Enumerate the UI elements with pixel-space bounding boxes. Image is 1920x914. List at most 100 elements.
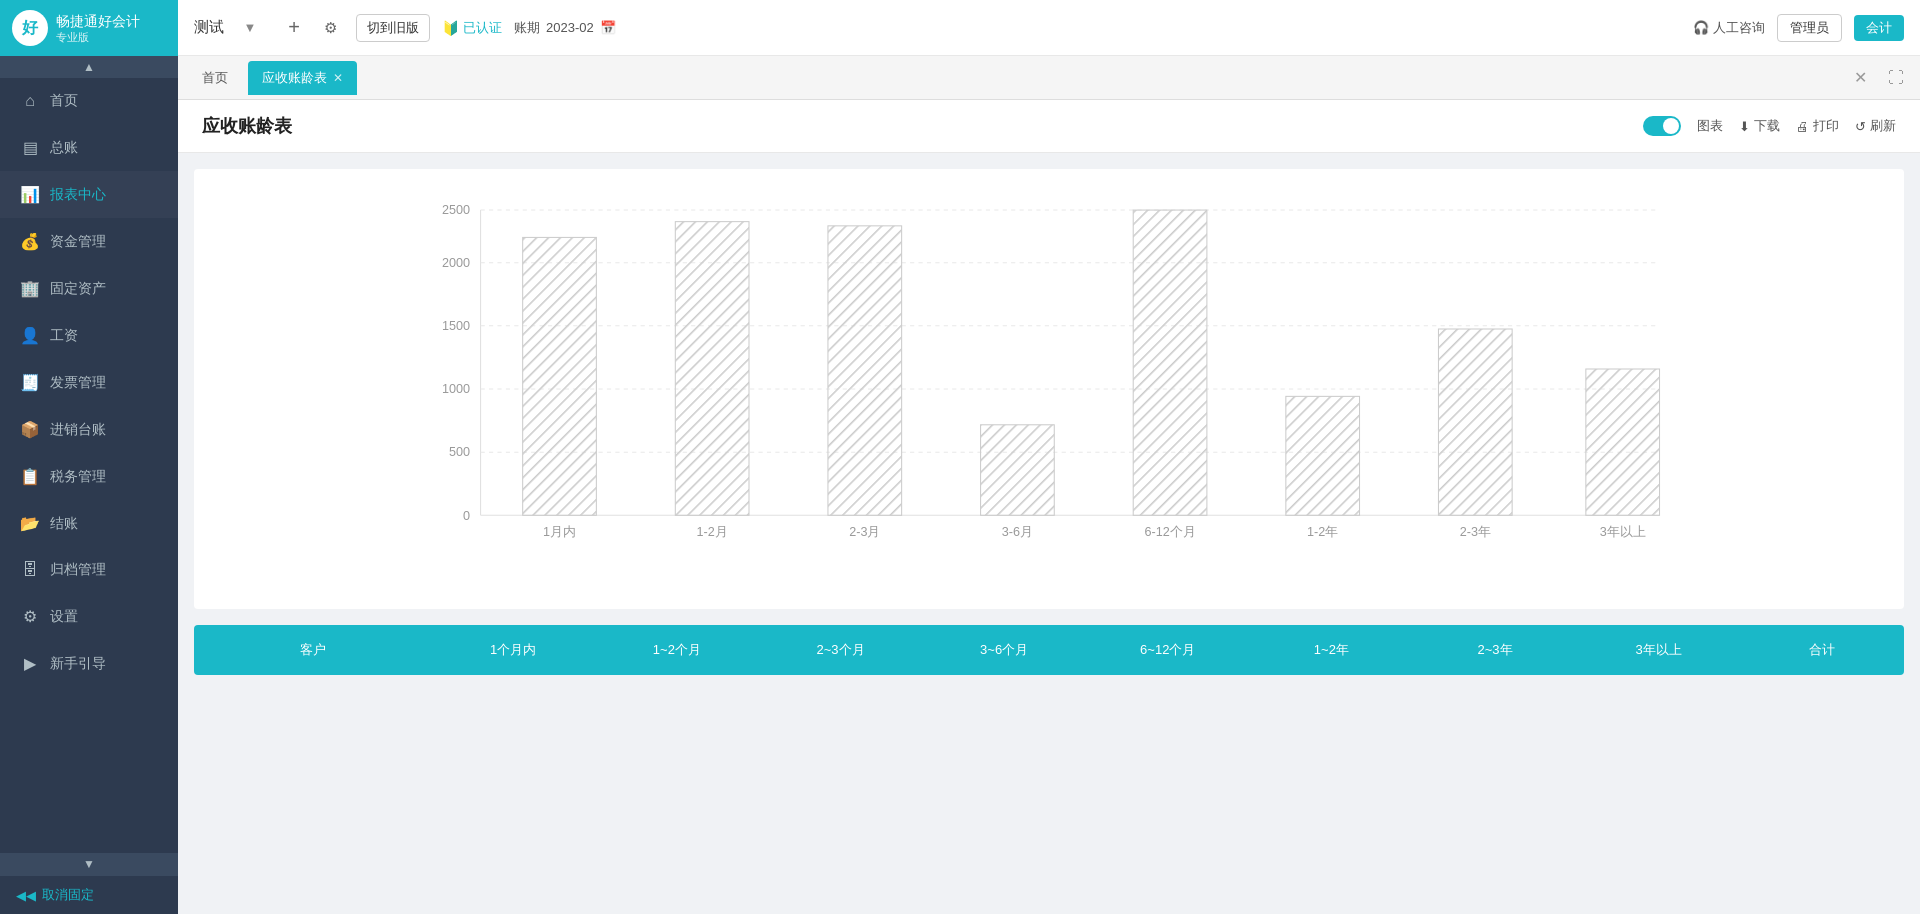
svg-text:2-3年: 2-3年 (1460, 525, 1491, 539)
sidebar-item-fund[interactable]: 💰 资金管理 (0, 218, 178, 265)
add-button[interactable]: + (280, 14, 308, 42)
shield-icon: 🔰 (442, 20, 459, 36)
sidebar-item-label: 进销台账 (50, 421, 106, 439)
sidebar-item-archive[interactable]: 🗄 归档管理 (0, 547, 178, 593)
sidebar-item-payroll[interactable]: 👤 工资 (0, 312, 178, 359)
svg-text:2000: 2000 (442, 256, 470, 270)
svg-text:2-3月: 2-3月 (849, 525, 880, 539)
sidebar-item-invoice[interactable]: 🧾 发票管理 (0, 359, 178, 406)
col-3plus: 3年以上 (1577, 625, 1741, 675)
sidebar-item-tax[interactable]: 📋 税务管理 (0, 453, 178, 500)
home-icon: ⌂ (20, 92, 40, 110)
sidebar-item-home[interactable]: ⌂ 首页 (0, 78, 178, 124)
print-label: 打印 (1813, 117, 1839, 135)
certified-text: 已认证 (463, 19, 502, 37)
sidebar-item-label: 首页 (50, 92, 78, 110)
chart-toggle-label: 图表 (1697, 117, 1723, 135)
svg-text:0: 0 (463, 509, 470, 523)
close-tool-button[interactable]: ✕ (1846, 64, 1874, 92)
print-icon: 🖨 (1796, 119, 1809, 134)
download-icon: ⬇ (1739, 119, 1750, 134)
refresh-button[interactable]: ↺ 刷新 (1855, 117, 1896, 135)
logo-icon: 好 (12, 10, 48, 46)
table-header: 客户 1个月内 1~2个月 2~3个月 3~6个月 6~12个月 1~2年 2~… (194, 625, 1904, 675)
bar-1 (523, 237, 597, 515)
svg-text:6-12个月: 6-12个月 (1144, 525, 1195, 539)
svg-text:500: 500 (449, 445, 470, 459)
topbar: 测试 ▼ + ⚙ 切到旧版 🔰 已认证 账期 2023-02 📅 🎧 人工咨询 … (178, 0, 1920, 56)
period-info: 账期 2023-02 📅 (514, 19, 616, 37)
guide-icon: ▶ (20, 654, 40, 673)
bar-7 (1438, 329, 1512, 515)
print-button[interactable]: 🖨 打印 (1796, 117, 1839, 135)
bar-5 (1133, 210, 1207, 515)
scroll-up-button[interactable]: ▲ (0, 56, 178, 78)
topbar-actions: + ⚙ (280, 14, 344, 42)
account-button[interactable]: 会计 (1854, 15, 1904, 41)
invoice-icon: 🧾 (20, 373, 40, 392)
calendar-icon[interactable]: 📅 (600, 20, 616, 35)
expand-tool-button[interactable]: ⛶ (1882, 64, 1910, 92)
sidebar-item-general-ledger[interactable]: ▤ 总账 (0, 124, 178, 171)
sidebar-item-fixed-assets[interactable]: 🏢 固定资产 (0, 265, 178, 312)
refresh-label: 刷新 (1870, 117, 1896, 135)
period-value: 2023-02 (546, 20, 594, 35)
col-6-12month: 6~12个月 (1086, 625, 1250, 675)
admin-button[interactable]: 管理员 (1777, 14, 1842, 42)
sidebar-item-label: 报表中心 (50, 186, 106, 204)
chart-container: 0 500 1000 1500 2000 2500 1月内 (194, 169, 1904, 609)
chart-wrapper: 0 500 1000 1500 2000 2500 1月内 (214, 189, 1884, 589)
col-customer: 客户 (194, 625, 431, 675)
logo-text: 畅捷通好会计 专业版 (56, 12, 140, 44)
chart-toggle[interactable] (1643, 116, 1681, 136)
consult-label: 人工咨询 (1713, 19, 1765, 37)
tab-close-button[interactable]: ✕ (333, 71, 343, 85)
app-edition: 专业版 (56, 30, 140, 44)
svg-text:2500: 2500 (442, 203, 470, 217)
sidebar-item-trade[interactable]: 📦 进销台账 (0, 406, 178, 453)
sidebar-item-settings[interactable]: ⚙ 设置 (0, 593, 178, 640)
certified-status: 🔰 已认证 (442, 19, 502, 37)
cancel-fixed-button[interactable]: ◀◀ 取消固定 (0, 875, 178, 914)
bar-6 (1286, 396, 1360, 515)
payroll-icon: 👤 (20, 326, 40, 345)
assets-icon: 🏢 (20, 279, 40, 298)
sidebar-item-label: 新手引导 (50, 655, 106, 673)
sidebar-item-label: 总账 (50, 139, 78, 157)
sidebar-item-label: 发票管理 (50, 374, 106, 392)
tabbar: 首页 应收账龄表 ✕ ✕ ⛶ (178, 56, 1920, 100)
settlement-icon: 📂 (20, 514, 40, 533)
cancel-fixed-label: 取消固定 (42, 886, 94, 904)
col-2-3year: 2~3年 (1413, 625, 1577, 675)
scroll-down-button[interactable]: ▼ (0, 853, 178, 875)
scroll-up-area: ▲ (0, 56, 178, 78)
col-1-2month: 1~2个月 (595, 625, 759, 675)
reports-icon: 📊 (20, 185, 40, 204)
tab-tools: ✕ ⛶ (1846, 64, 1910, 92)
svg-text:3-6月: 3-6月 (1002, 525, 1033, 539)
page-actions: 图表 ⬇ 下载 🖨 打印 ↺ 刷新 (1643, 116, 1896, 136)
svg-text:1-2月: 1-2月 (697, 525, 728, 539)
sidebar-item-label: 设置 (50, 608, 78, 626)
consult-button[interactable]: 🎧 人工咨询 (1693, 19, 1765, 37)
tab-aging[interactable]: 应收账龄表 ✕ (248, 61, 357, 95)
pin-icon: ◀◀ (16, 888, 36, 903)
dropdown-button[interactable]: ▼ (236, 14, 264, 42)
sidebar-item-settlement[interactable]: 📂 结账 (0, 500, 178, 547)
svg-text:1-2年: 1-2年 (1307, 525, 1338, 539)
tab-aging-label: 应收账龄表 (262, 69, 327, 87)
content-area: 应收账龄表 图表 ⬇ 下载 🖨 打印 ↺ 刷新 (178, 100, 1920, 914)
download-label: 下载 (1754, 117, 1780, 135)
sidebar-item-label: 归档管理 (50, 561, 106, 579)
period-label: 账期 (514, 19, 540, 37)
sidebar-item-label: 固定资产 (50, 280, 106, 298)
old-version-button[interactable]: 切到旧版 (356, 14, 430, 42)
settings-button[interactable]: ⚙ (316, 14, 344, 42)
tax-icon: 📋 (20, 467, 40, 486)
sidebar-item-reports[interactable]: 📊 报表中心 (0, 171, 178, 218)
sidebar-item-guide[interactable]: ▶ 新手引导 (0, 640, 178, 687)
download-button[interactable]: ⬇ 下载 (1739, 117, 1780, 135)
tab-home[interactable]: 首页 (188, 61, 242, 95)
col-1-2year: 1~2年 (1250, 625, 1414, 675)
table-container: 客户 1个月内 1~2个月 2~3个月 3~6个月 6~12个月 1~2年 2~… (194, 625, 1904, 675)
